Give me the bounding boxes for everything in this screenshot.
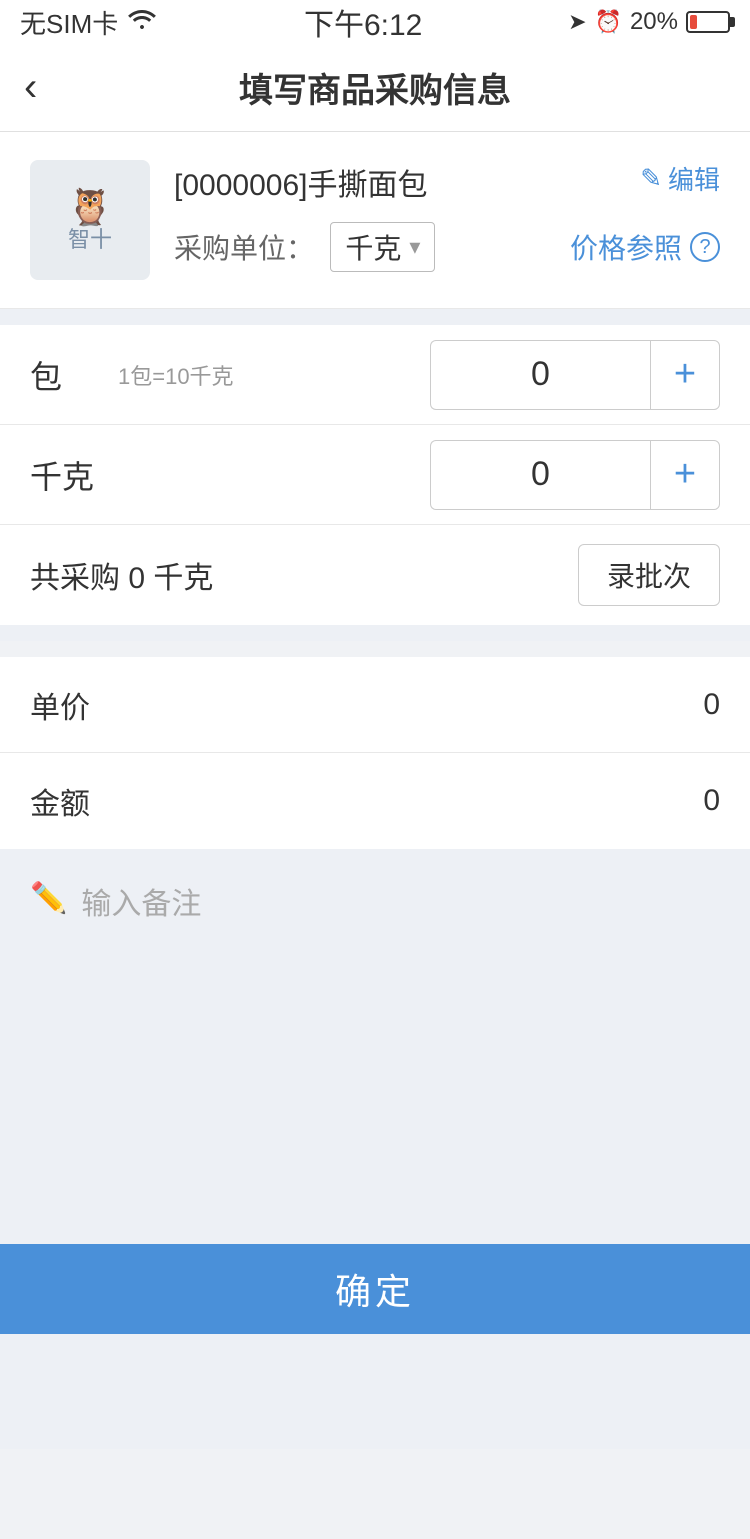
- battery-icon: [686, 11, 730, 33]
- bag-sublabel: 1包=10千克: [118, 359, 430, 391]
- status-bar: 无SIM卡 下午6:12 ➤ ⏰ 20%: [0, 0, 750, 44]
- kg-input-row: 千克 +: [0, 425, 750, 525]
- status-bar-time: 下午6:12: [304, 0, 422, 44]
- help-icon: ?: [690, 232, 720, 262]
- bag-plus-button[interactable]: +: [650, 340, 720, 410]
- kg-input[interactable]: [430, 440, 650, 510]
- amount-value: 0: [703, 784, 720, 818]
- unit-price-value: 0: [703, 688, 720, 722]
- wifi-icon: [126, 7, 158, 38]
- alarm-icon: ⏰: [595, 9, 622, 35]
- amount-row: 金额 0: [0, 753, 750, 849]
- location-icon: ➤: [568, 9, 586, 35]
- kg-label: 千克: [30, 452, 110, 498]
- unit-price-row: 单价 0: [0, 657, 750, 753]
- edit-icon: ✎: [640, 163, 662, 194]
- nav-bar: ‹ 填写商品采购信息: [0, 44, 750, 132]
- unit-selector-area: 采购单位： 千克 ▾: [174, 222, 435, 272]
- pencil-icon: ✏️: [30, 881, 67, 916]
- carrier-label: 无SIM卡: [20, 4, 118, 41]
- chevron-down-icon: ▾: [409, 234, 420, 260]
- status-bar-right: ➤ ⏰ 20%: [568, 8, 730, 36]
- total-label: 共采购 0 千克: [30, 553, 213, 597]
- battery-percent: 20%: [630, 8, 678, 36]
- product-info: [0000006]手撕面包 ✎ 编辑 采购单位： 千克 ▾ 价格参照 ?: [174, 160, 720, 272]
- note-section[interactable]: ✏️ 输入备注: [0, 849, 750, 1049]
- product-image: 🦉 智十: [30, 160, 150, 280]
- total-row: 共采购 0 千克 录批次: [0, 525, 750, 625]
- unit-price-label: 单价: [30, 683, 90, 727]
- product-logo: 🦉 智十: [68, 189, 113, 251]
- input-section: 包 1包=10千克 + 千克 +: [0, 325, 750, 525]
- page-title: 填写商品采购信息: [239, 63, 511, 112]
- amount-label: 金额: [30, 779, 90, 823]
- note-placeholder: 输入备注: [81, 879, 201, 923]
- bag-input[interactable]: [430, 340, 650, 410]
- bag-control: +: [430, 340, 720, 410]
- info-section: 单价 0 金额 0: [0, 657, 750, 849]
- back-button[interactable]: ‹: [24, 65, 37, 110]
- product-name: [0000006]手撕面包: [174, 160, 427, 204]
- status-bar-left: 无SIM卡: [20, 4, 158, 41]
- product-card: 🦉 智十 [0000006]手撕面包 ✎ 编辑 采购单位： 千克 ▾: [0, 132, 750, 309]
- section-divider-2: [0, 625, 750, 641]
- kg-control: +: [430, 440, 720, 510]
- unit-dropdown[interactable]: 千克 ▾: [330, 222, 435, 272]
- price-ref-button[interactable]: 价格参照 ?: [570, 227, 720, 267]
- section-divider-1: [0, 309, 750, 325]
- confirm-button[interactable]: 确定: [0, 1244, 750, 1334]
- edit-button[interactable]: ✎ 编辑: [640, 160, 720, 197]
- record-batch-button[interactable]: 录批次: [578, 544, 720, 606]
- kg-plus-button[interactable]: +: [650, 440, 720, 510]
- bag-input-row: 包 1包=10千克 +: [0, 325, 750, 425]
- bag-label: 包: [30, 352, 110, 398]
